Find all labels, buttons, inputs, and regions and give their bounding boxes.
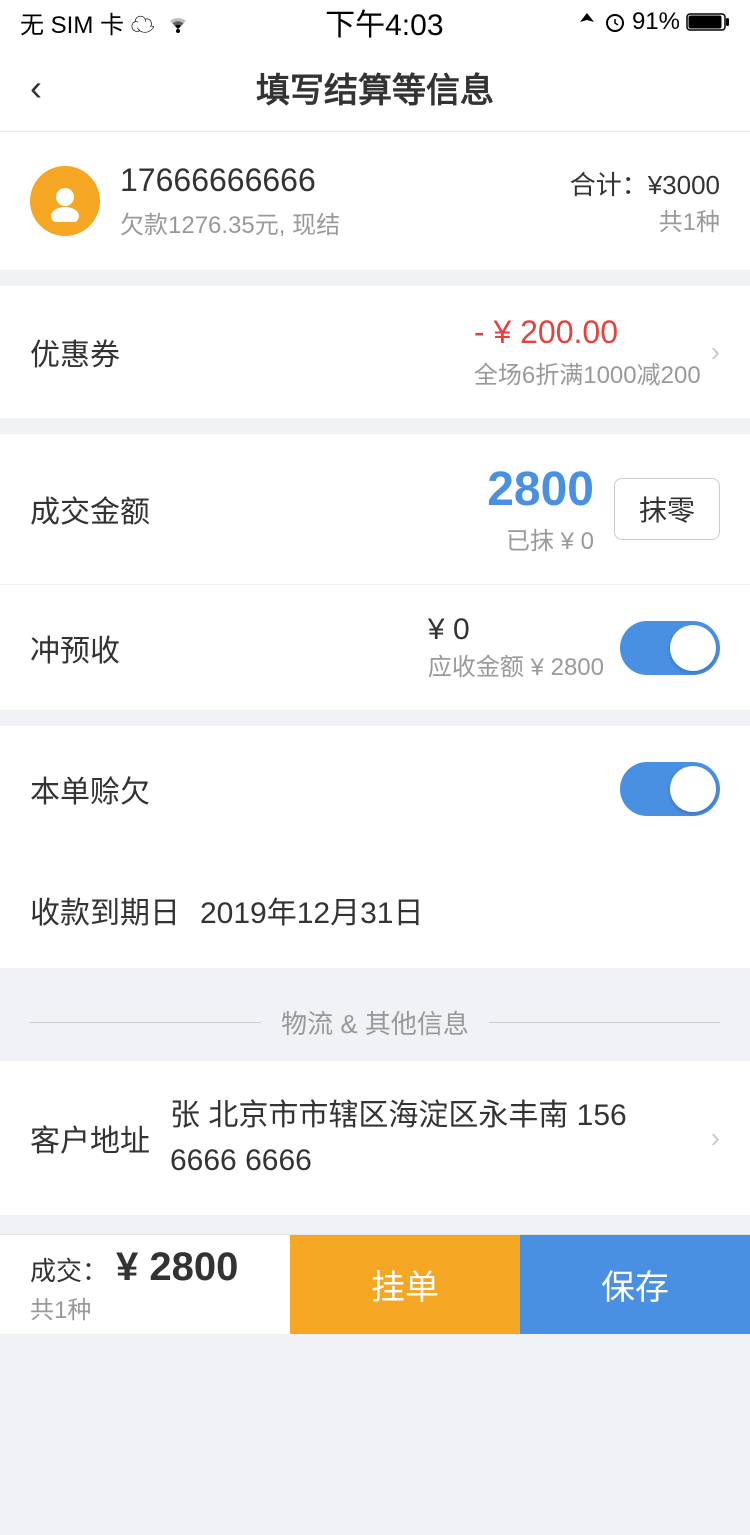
address-chevron-icon: › [711,1122,720,1154]
chong-toggle-knob [670,625,716,671]
coupon-desc: 全场6折满1000减200 [474,355,701,390]
customer-left: 17666666666 欠款1276.35元, 现结 [30,162,340,240]
sep-line-left [30,1022,261,1023]
footer-count: 共1种 [30,1290,260,1325]
round-button[interactable]: 抹零 [614,478,720,540]
address-row[interactable]: 客户地址 张 北京市市辖区海淀区永丰南 156 6666 6666 › [0,1061,750,1215]
duedate-label: 收款到期日 [30,888,180,932]
chong-right: ¥ 0 应收金额 ¥ 2800 [428,613,720,682]
footer-info: 成交： ¥ 2800 共1种 [0,1245,290,1325]
logistics-sep-text: 物流 & 其他信息 [281,1004,469,1041]
address-label: 客户地址 [30,1116,150,1160]
status-right: 91% [576,8,730,36]
customer-debt: 欠款1276.35元, 现结 [120,205,340,240]
bensdan-toggle[interactable] [620,762,720,816]
footer-trans-label: 成交： [30,1251,108,1288]
nav-bar: ‹ 填写结算等信息 [0,44,750,132]
battery-icon [686,11,730,33]
chong-label: 冲预收 [30,626,120,670]
customer-info: 17666666666 欠款1276.35元, 现结 [120,162,340,240]
divider-1 [0,270,750,286]
chong-toggle[interactable] [620,621,720,675]
save-button[interactable]: 保存 [520,1235,750,1334]
chong-sub: 应收金额 ¥ 2800 [428,647,604,682]
coupon-right: - ¥ 200.00 全场6折满1000减200 › [474,314,720,390]
coupon-row[interactable]: 优惠券 - ¥ 200.00 全场6折满1000减200 › [0,286,750,418]
customer-card: 17666666666 欠款1276.35元, 现结 合计：¥3000 共1种 [0,132,750,270]
footer: 成交： ¥ 2800 共1种 挂单 保存 [0,1234,750,1334]
customer-phone: 17666666666 [120,162,340,199]
divider-4 [0,968,750,984]
coupon-label: 优惠券 [30,330,120,374]
chong-value: ¥ 0 [428,613,604,647]
bensdan-label: 本单赊欠 [30,767,150,811]
chong-yushou-row: 冲预收 ¥ 0 应收金额 ¥ 2800 [0,585,750,710]
page-title: 填写结算等信息 [256,63,494,112]
duedate-row: 收款到期日 2019年12月31日 [0,852,750,968]
status-time: 下午4:03 [325,0,443,44]
address-value: 张 北京市市辖区海淀区永丰南 156 6666 6666 [170,1093,691,1183]
total-count: 共1种 [570,202,720,237]
transaction-amount-label: 成交金额 [30,487,150,531]
transaction-amount-row: 成交金额 2800 已抹 ¥ 0 抹零 [0,434,750,585]
bensdan-toggle-knob [670,766,716,812]
back-button[interactable]: ‹ [30,70,42,106]
divider-3 [0,710,750,726]
wifi-icon [163,11,193,33]
battery-text: 91% [632,8,680,36]
hang-button[interactable]: 挂单 [290,1235,520,1334]
bensdan-row: 本单赊欠 [0,726,750,852]
logistics-sep: 物流 & 其他信息 [0,984,750,1061]
duedate-value: 2019年12月31日 [200,888,423,932]
transaction-amount-value: 2800 [487,462,594,517]
amount-erased: 已抹 ¥ 0 [487,521,594,556]
alarm-icon [604,11,626,33]
footer-spacer [0,1435,750,1535]
transaction-amount-right: 2800 已抹 ¥ 0 抹零 [487,462,720,556]
status-left: 无 SIM 卡 ☁ [20,5,193,40]
no-sim-text: 无 SIM 卡 ☁ [20,5,155,40]
avatar [30,166,100,236]
total-label: 合计：¥3000 [570,165,720,202]
footer-amount: ¥ 2800 [116,1245,238,1290]
status-bar: 无 SIM 卡 ☁ 下午4:03 91% [0,0,750,44]
coupon-amount: - ¥ 200.00 [474,314,701,351]
divider-2 [0,418,750,434]
coupon-chevron-icon: › [711,336,720,368]
customer-total: 合计：¥3000 共1种 [570,165,720,237]
sep-line-right [489,1022,720,1023]
location-icon [576,11,598,33]
